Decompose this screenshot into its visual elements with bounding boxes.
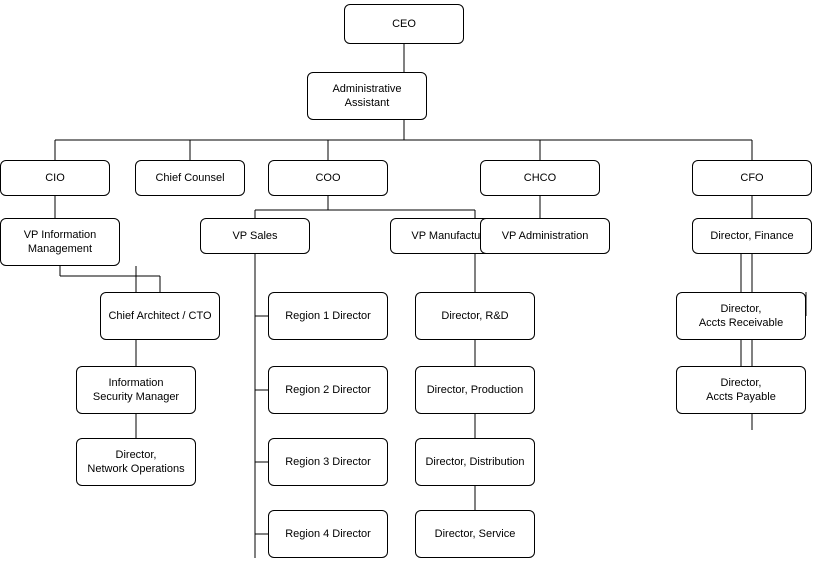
- node-cio: CIO: [0, 160, 110, 196]
- node-region2: Region 2 Director: [268, 366, 388, 414]
- node-region4: Region 4 Director: [268, 510, 388, 558]
- node-dir_prod: Director, Production: [415, 366, 535, 414]
- node-dir_accts_rec: Director,Accts Receivable: [676, 292, 806, 340]
- node-vp_info_mgmt: VP InformationManagement: [0, 218, 120, 266]
- node-vp_admin: VP Administration: [480, 218, 610, 254]
- node-chief_arch: Chief Architect / CTO: [100, 292, 220, 340]
- node-dir_finance: Director, Finance: [692, 218, 812, 254]
- node-dir_net_ops: Director,Network Operations: [76, 438, 196, 486]
- node-dir_rd: Director, R&D: [415, 292, 535, 340]
- org-chart: CEO AdministrativeAssistant CIO Chief Couns…: [0, 0, 813, 567]
- node-region1: Region 1 Director: [268, 292, 388, 340]
- node-chco: CHCO: [480, 160, 600, 196]
- node-dir_svc: Director, Service: [415, 510, 535, 558]
- node-cfo: CFO: [692, 160, 812, 196]
- node-vp_sales: VP Sales: [200, 218, 310, 254]
- node-info_sec_mgr: InformationSecurity Manager: [76, 366, 196, 414]
- node-region3: Region 3 Director: [268, 438, 388, 486]
- node-chief_counsel: Chief Counsel: [135, 160, 245, 196]
- node-admin_asst: AdministrativeAssistant: [307, 72, 427, 120]
- node-dir_dist: Director, Distribution: [415, 438, 535, 486]
- node-ceo: CEO: [344, 4, 464, 44]
- node-dir_accts_pay: Director,Accts Payable: [676, 366, 806, 414]
- node-coo: COO: [268, 160, 388, 196]
